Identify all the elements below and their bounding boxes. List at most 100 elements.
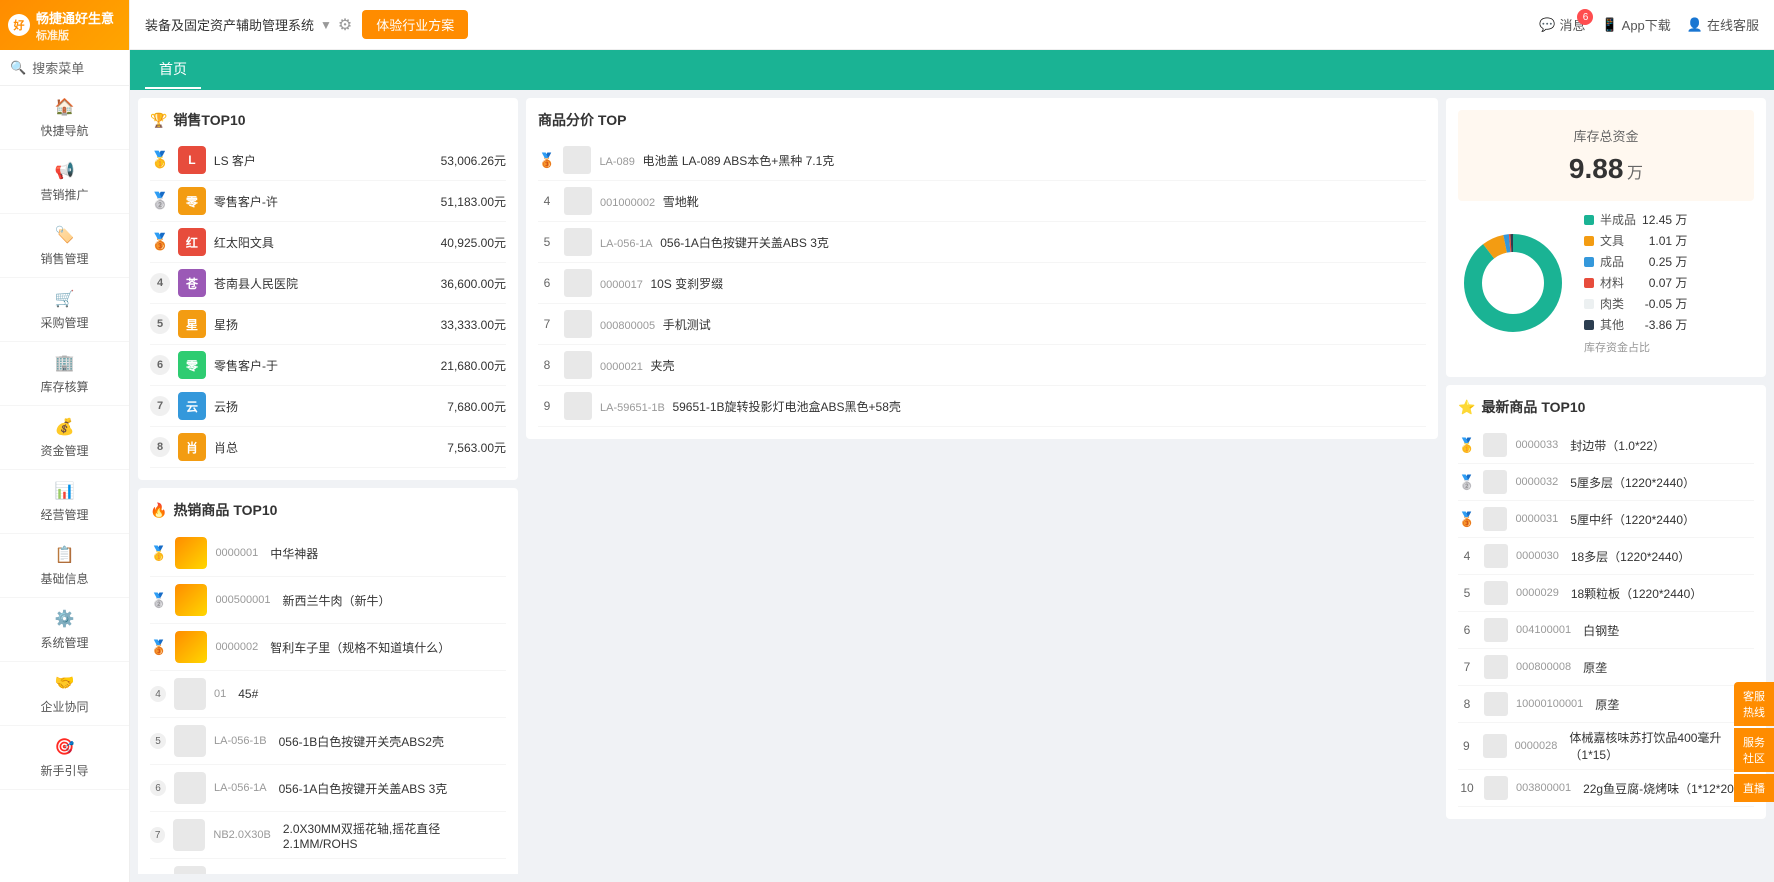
nav-home[interactable]: 首页 <box>145 51 201 89</box>
rank-num: 5 <box>150 314 170 334</box>
trial-button[interactable]: 体验行业方案 <box>362 10 468 39</box>
search-menu[interactable]: 🔍 搜索菜单 <box>0 50 129 86</box>
latest-code: 0000032 <box>1515 476 1558 488</box>
rank-num: 5 <box>150 733 166 749</box>
product-name: 45# <box>238 687 258 701</box>
system-selector[interactable]: 装备及固定资产辅助管理系统 ▼ ⚙ <box>145 15 352 35</box>
latest-code: 0000033 <box>1515 439 1558 451</box>
latest-name: 白钢垫 <box>1583 622 1619 639</box>
latest-products-title: ⭐ 最新商品 TOP10 <box>1458 397 1754 417</box>
hot-product-item: 🥉 0000002 智利车子里（规格不知道填什么） <box>150 624 506 671</box>
topbar: 装备及固定资产辅助管理系统 ▼ ⚙ 体验行业方案 💬 消息 6 📱 App下载 … <box>130 0 1774 50</box>
product-img <box>564 310 592 338</box>
product-list-item: 4 001000002 雪地靴 <box>538 181 1426 222</box>
online-service-button[interactable]: 👤 在线客服 <box>1687 15 1759 34</box>
app-icon: 📱 <box>1601 17 1617 33</box>
system-icon: ⚙️ <box>54 608 76 630</box>
rank-num: 8 <box>538 358 556 372</box>
rank-num: 8 <box>1458 697 1476 711</box>
rank-avatar: 零 <box>178 187 206 215</box>
rank-amount: 53,006.26元 <box>441 152 506 169</box>
sidebar-label: 采购管理 <box>40 314 88 331</box>
latest-item: 10 003800001 22g鱼豆腐-烧烤味（1*12*20） <box>1458 770 1754 807</box>
hot-product-item: 5 LA-056-1B 056-1B白色按键开关壳ABS2壳 <box>150 718 506 765</box>
rank-name: 云扬 <box>214 398 439 415</box>
product-name: 59651-1B旋转投影灯电池盒ABS黑色+58壳 <box>672 400 900 414</box>
rank-name: 苍南县人民医院 <box>214 275 433 292</box>
sidebar-item-marketing[interactable]: 📢 营销推广 <box>0 150 129 214</box>
sidebar-label: 新手引导 <box>40 762 88 779</box>
dropdown-icon[interactable]: ▼ <box>320 18 332 32</box>
medal-icon: 🥉 <box>1458 511 1475 528</box>
legend-dot <box>1584 215 1594 225</box>
product-img <box>175 537 207 569</box>
hot-product-item: 4 01 45# <box>150 671 506 718</box>
latest-item: 6 004100001 白钢垫 <box>1458 612 1754 649</box>
rank-num: 9 <box>1458 739 1475 753</box>
inventory-card: 库存总资金 9.88 万 <box>1446 98 1766 377</box>
latest-name: 原垄 <box>1595 696 1619 713</box>
legend-item: 成品 0.25 万 <box>1584 253 1687 270</box>
right-panel: 库存总资金 9.88 万 <box>1446 98 1766 874</box>
latest-img <box>1483 507 1507 531</box>
sidebar-item-beginner[interactable]: 🎯 新手引导 <box>0 726 129 790</box>
sidebar-item-inventory[interactable]: 🏢 库存核算 <box>0 342 129 406</box>
rank-name: 零售客户-许 <box>214 193 433 210</box>
product-list-item: 8 0000021 夹壳 <box>538 345 1426 386</box>
service-icon: 👤 <box>1687 17 1703 33</box>
inventory-label: 库存总资金 <box>1474 126 1738 145</box>
float-service[interactable]: 客服热线 <box>1734 682 1774 726</box>
sidebar-item-collab[interactable]: 🤝 企业协同 <box>0 662 129 726</box>
product-img <box>174 866 206 874</box>
product-img <box>564 269 592 297</box>
medal-silver-icon: 🥈 <box>150 191 170 211</box>
product-code: 001000002 <box>600 197 655 209</box>
float-community[interactable]: 服务社区 <box>1734 728 1774 772</box>
settings-icon[interactable]: ⚙ <box>338 15 352 35</box>
product-list-item: 9 LA-59651-1B 59651-1B旋转投影灯电池盒ABS黑色+58壳 <box>538 386 1426 427</box>
product-img <box>174 772 206 804</box>
product-img <box>564 187 592 215</box>
medal-icon: 🥈 <box>150 592 167 609</box>
sidebar-item-sales[interactable]: 🏷️ 销售管理 <box>0 214 129 278</box>
rank-num: 10 <box>1458 781 1476 795</box>
sidebar-item-finance[interactable]: 💰 资金管理 <box>0 406 129 470</box>
message-button[interactable]: 💬 消息 6 <box>1539 15 1585 34</box>
main-content: 装备及固定资产辅助管理系统 ▼ ⚙ 体验行业方案 💬 消息 6 📱 App下载 … <box>130 0 1774 882</box>
sidebar-item-basic-info[interactable]: 📋 基础信息 <box>0 534 129 598</box>
sales-ranking-card: 🏆 销售TOP10 🥇 L LS 客户 53,006.26元 🥈 零 零售客户-… <box>138 98 518 480</box>
topbar-right: 💬 消息 6 📱 App下载 👤 在线客服 <box>1539 15 1759 34</box>
sidebar-item-system[interactable]: ⚙️ 系统管理 <box>0 598 129 662</box>
product-code: 0000002 <box>215 641 258 653</box>
legend-value: 1.01 万 <box>1649 232 1688 249</box>
app-download-button[interactable]: 📱 App下载 <box>1601 15 1670 34</box>
latest-item: 5 0000029 18颗粒板（1220*2440） <box>1458 575 1754 612</box>
medal-icon: 🥉 <box>150 639 167 656</box>
collab-icon: 🤝 <box>54 672 76 694</box>
marketing-icon: 📢 <box>54 160 76 182</box>
latest-item: 🥇 0000033 封边带（1.0*22） <box>1458 427 1754 464</box>
float-live[interactable]: 直播 <box>1734 774 1774 802</box>
legend-label: 肉类 <box>1600 295 1639 312</box>
product-code: LA-056-1B <box>214 735 267 747</box>
sidebar-item-quick-nav[interactable]: 🏠 快捷导航 <box>0 86 129 150</box>
sidebar-item-purchase[interactable]: 🛒 采购管理 <box>0 278 129 342</box>
sidebar-label: 快捷导航 <box>40 122 88 139</box>
rank-name: 红太阳文具 <box>214 234 433 251</box>
sales-icon: 🏷️ <box>54 224 76 246</box>
sidebar-item-operation[interactable]: 📊 经营管理 <box>0 470 129 534</box>
rank-num: 4 <box>150 686 166 702</box>
product-code: 000500001 <box>215 594 270 606</box>
donut-chart <box>1458 228 1568 338</box>
logo: 好 畅捷通好生意 标准版 <box>0 0 129 50</box>
product-info: LA-59651-1B 59651-1B旋转投影灯电池盒ABS黑色+58壳 <box>600 398 1426 415</box>
legend-dot <box>1584 257 1594 267</box>
latest-products-card: ⭐ 最新商品 TOP10 🥇 0000033 封边带（1.0*22） 🥈 000… <box>1446 385 1766 819</box>
rank-num: 9 <box>538 399 556 413</box>
latest-code: 003800001 <box>1516 782 1571 794</box>
latest-code: 0000030 <box>1516 550 1559 562</box>
sidebar-label: 经营管理 <box>40 506 88 523</box>
legend-item: 材料 0.07 万 <box>1584 274 1687 291</box>
medal-icon: 🥈 <box>1458 474 1475 491</box>
latest-code: 10000100001 <box>1516 698 1583 710</box>
